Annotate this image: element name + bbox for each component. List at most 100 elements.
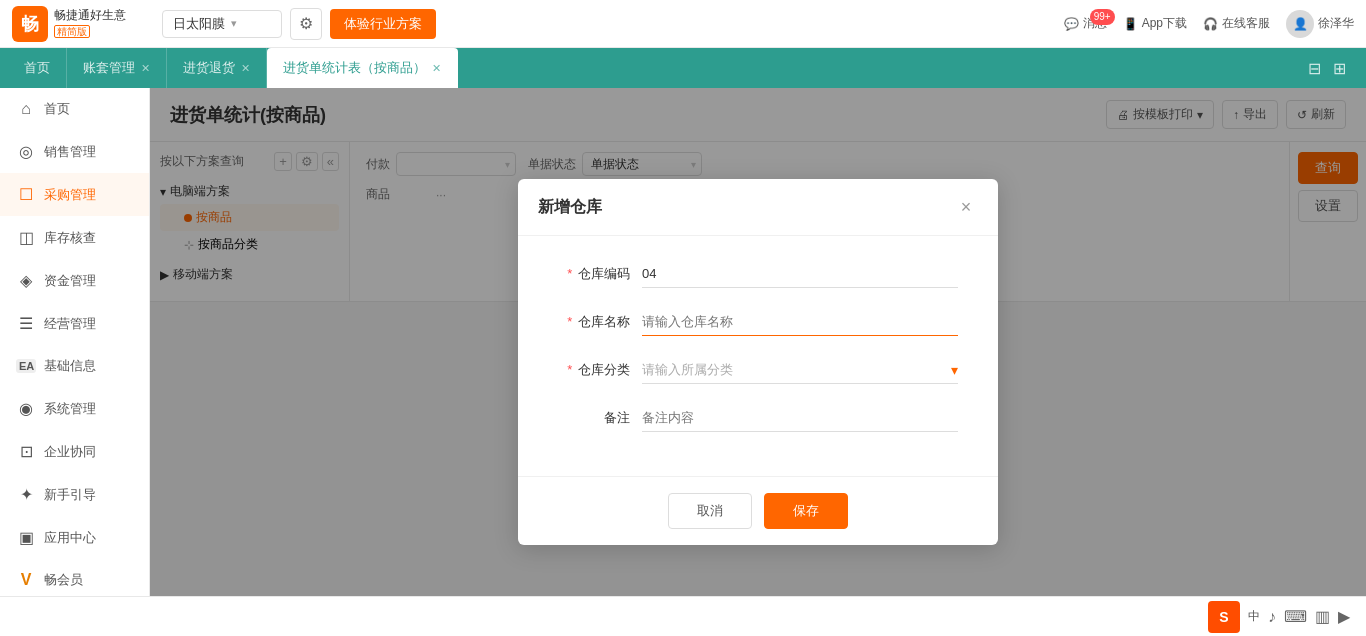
warehouse-category-select-wrap: 请输入所属分类 ▾ (642, 356, 958, 384)
top-header: 畅 畅捷通好生意 精简版 日太阳膜 ▾ ⚙ 体验行业方案 💬 消息 99+ 📱 … (0, 0, 1366, 48)
logo-area: 畅 畅捷通好生意 精简版 (12, 6, 162, 42)
online-service-label: 在线客服 (1222, 15, 1270, 32)
appcenter-icon: ▣ (16, 528, 36, 547)
bottom-music-icon[interactable]: ♪ (1268, 608, 1276, 626)
cancel-button[interactable]: 取消 (668, 493, 752, 529)
bottom-window-icon[interactable]: ▥ (1315, 607, 1330, 626)
sidebar-item-vip[interactable]: V 畅会员 (0, 559, 149, 601)
warehouse-code-input[interactable] (642, 260, 958, 288)
sidebar-item-newbie[interactable]: ✦ 新手引导 (0, 473, 149, 516)
tab-purchase-stats[interactable]: 进货单统计表（按商品） ✕ (267, 48, 458, 88)
app-logo-icon: 畅 (12, 6, 48, 42)
form-notes-label: 备注 (558, 409, 630, 427)
gear-icon: ⚙ (299, 14, 313, 33)
app-download-label: App下载 (1142, 15, 1187, 32)
sidebar-item-basic-info-label: 基础信息 (44, 357, 96, 375)
form-row-category: * 仓库分类 请输入所属分类 ▾ (558, 356, 958, 384)
sidebar-item-home-label: 首页 (44, 100, 70, 118)
settings-button[interactable]: ⚙ (290, 8, 322, 40)
experience-button[interactable]: 体验行业方案 (330, 9, 436, 39)
sidebar-item-inventory[interactable]: ◫ 库存核查 (0, 216, 149, 259)
sidebar-item-system[interactable]: ◉ 系统管理 (0, 387, 149, 430)
warehouse-category-select[interactable]: 请输入所属分类 (642, 356, 958, 383)
tab-account-label: 账套管理 (83, 59, 135, 77)
sidebar-item-home[interactable]: ⌂ 首页 (0, 88, 149, 130)
finance-icon: ◈ (16, 271, 36, 290)
vip-icon: V (16, 571, 36, 589)
app-name: 畅捷通好生意 (54, 8, 126, 24)
sidebar-item-operations[interactable]: ☰ 经营管理 (0, 302, 149, 345)
message-action[interactable]: 💬 消息 99+ (1064, 15, 1107, 32)
form-row-code: * 仓库编码 (558, 260, 958, 288)
sidebar-item-system-label: 系统管理 (44, 400, 96, 418)
tab-account[interactable]: 账套管理 ✕ (67, 48, 167, 88)
online-service-action[interactable]: 🎧 在线客服 (1203, 15, 1270, 32)
bottom-play-icon[interactable]: ▶ (1338, 607, 1350, 626)
tab-minimize-icon[interactable]: ⊟ (1304, 55, 1325, 82)
store-name: 日太阳膜 (173, 15, 225, 33)
home-icon: ⌂ (16, 100, 36, 118)
app-download-action[interactable]: 📱 App下载 (1123, 15, 1187, 32)
sidebar-item-operations-label: 经营管理 (44, 315, 96, 333)
sidebar-item-sales[interactable]: ◎ 销售管理 (0, 130, 149, 173)
modal-close-btn[interactable]: × (954, 195, 978, 219)
tab-purchase-return[interactable]: 进货退货 ✕ (167, 48, 267, 88)
header-right: 💬 消息 99+ 📱 App下载 🎧 在线客服 👤 徐泽华 (1064, 10, 1354, 38)
bottom-bar: S 中 ♪ ⌨ ▥ ▶ (0, 596, 1366, 636)
message-icon: 💬 (1064, 17, 1079, 31)
purchase-icon: ☐ (16, 185, 36, 204)
username: 徐泽华 (1318, 15, 1354, 32)
sidebar-item-appcenter[interactable]: ▣ 应用中心 (0, 516, 149, 559)
inventory-icon: ◫ (16, 228, 36, 247)
modal-body: * 仓库编码 * 仓库名称 (518, 236, 998, 476)
sidebar-item-basic-info[interactable]: EA 基础信息 (0, 345, 149, 387)
main-layout: ⌂ 首页 ◎ 销售管理 ☐ 采购管理 ◫ 库存核查 ◈ 资金管理 ☰ 经营管理 … (0, 88, 1366, 636)
sales-icon: ◎ (16, 142, 36, 161)
modal-backdrop: 新增仓库 × * 仓库编码 (150, 88, 1366, 636)
bottom-chinese-text[interactable]: 中 (1248, 608, 1260, 625)
modal-footer: 取消 保存 (518, 476, 998, 545)
warehouse-notes-input[interactable] (642, 404, 958, 432)
modal-add-warehouse: 新增仓库 × * 仓库编码 (518, 179, 998, 545)
tab-purchase-stats-label: 进货单统计表（按商品） (283, 59, 426, 77)
basic-info-icon: EA (16, 359, 36, 373)
form-code-label: * 仓库编码 (558, 265, 630, 283)
sidebar-item-finance[interactable]: ◈ 资金管理 (0, 259, 149, 302)
save-button[interactable]: 保存 (764, 493, 848, 529)
form-name-label: * 仓库名称 (558, 313, 630, 331)
newbie-icon: ✦ (16, 485, 36, 504)
tab-expand-icon[interactable]: ⊞ (1329, 55, 1350, 82)
avatar: 👤 (1286, 10, 1314, 38)
form-category-label: * 仓库分类 (558, 361, 630, 379)
modal-title: 新增仓库 (538, 197, 602, 218)
bottom-keyboard-icon[interactable]: ⌨ (1284, 607, 1307, 626)
operations-icon: ☰ (16, 314, 36, 333)
tab-home[interactable]: 首页 (8, 48, 67, 88)
modal-header: 新增仓库 × (518, 179, 998, 236)
close-tab-account[interactable]: ✕ (141, 62, 150, 75)
form-row-notes: 备注 (558, 404, 958, 432)
sidebar-item-sales-label: 销售管理 (44, 143, 96, 161)
close-tab-purchase-stats[interactable]: ✕ (432, 62, 441, 75)
user-action[interactable]: 👤 徐泽华 (1286, 10, 1354, 38)
sidebar-item-newbie-label: 新手引导 (44, 486, 96, 504)
tab-controls: ⊟ ⊞ (1296, 48, 1358, 88)
tab-bar: 首页 账套管理 ✕ 进货退货 ✕ 进货单统计表（按商品） ✕ ⊟ ⊞ (0, 48, 1366, 88)
close-tab-purchase-return[interactable]: ✕ (241, 62, 250, 75)
content-area: 进货单统计(按商品) 🖨 按模板打印 ▾ ↑ 导出 ↺ 刷新 (150, 88, 1366, 636)
warehouse-name-input[interactable] (642, 308, 958, 336)
required-star-name: * (567, 314, 572, 329)
sidebar-item-appcenter-label: 应用中心 (44, 529, 96, 547)
sidebar: ⌂ 首页 ◎ 销售管理 ☐ 采购管理 ◫ 库存核查 ◈ 资金管理 ☰ 经营管理 … (0, 88, 150, 636)
tab-spacer (458, 48, 1296, 88)
required-star-category: * (567, 362, 572, 377)
sidebar-item-enterprise[interactable]: ⊡ 企业协同 (0, 430, 149, 473)
enterprise-icon: ⊡ (16, 442, 36, 461)
sidebar-item-purchase[interactable]: ☐ 采购管理 (0, 173, 149, 216)
headset-icon: 🎧 (1203, 17, 1218, 31)
app-tag: 精简版 (54, 25, 90, 38)
bottom-logo: S (1208, 601, 1240, 633)
sidebar-item-enterprise-label: 企业协同 (44, 443, 96, 461)
store-selector[interactable]: 日太阳膜 ▾ (162, 10, 282, 38)
tab-purchase-return-label: 进货退货 (183, 59, 235, 77)
